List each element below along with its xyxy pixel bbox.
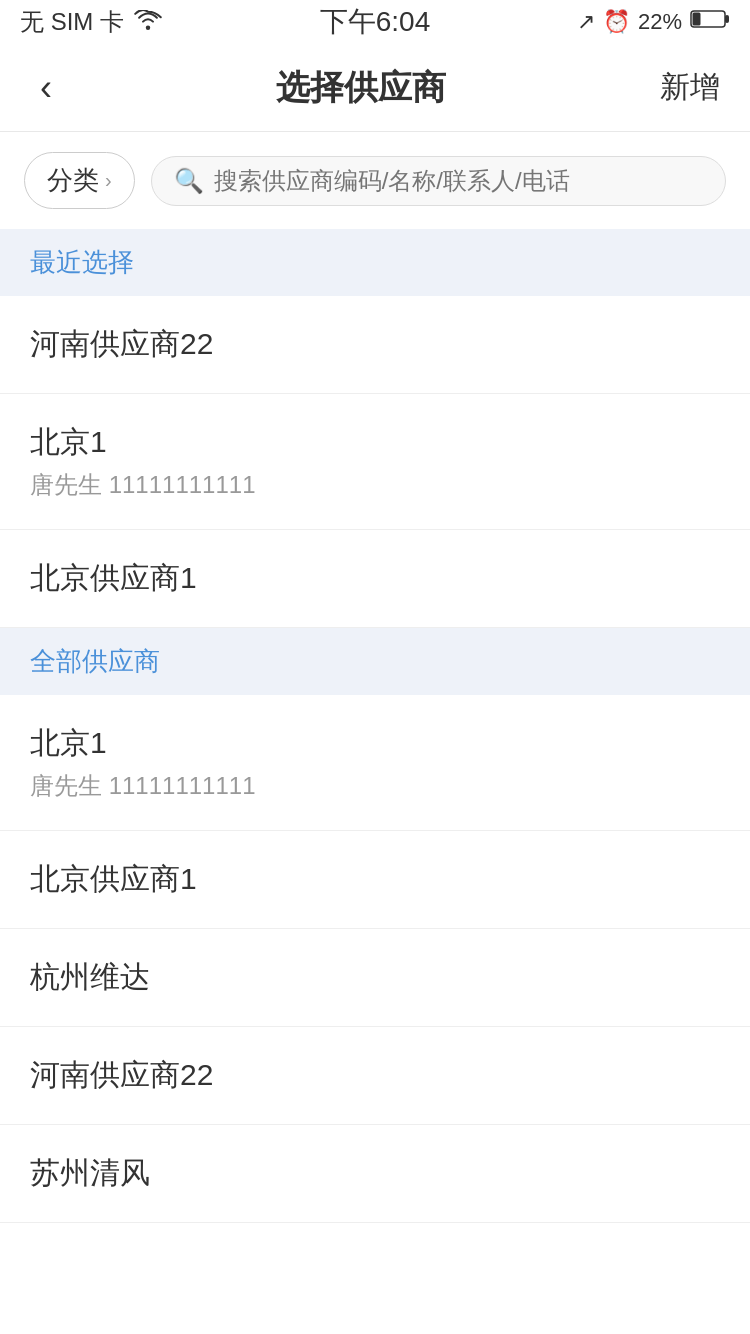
battery-icon (690, 9, 730, 35)
item-name: 杭州维达 (30, 957, 720, 998)
status-bar: 无 SIM 卡 下午6:04 ↗ ⏰ 22% (0, 0, 750, 44)
page-title: 选择供应商 (276, 65, 446, 111)
all-list-item[interactable]: 北京1 唐先生 11111111111 (0, 695, 750, 831)
recent-section-label: 最近选择 (30, 247, 134, 277)
nav-bar: ‹ 选择供应商 新增 (0, 44, 750, 132)
alarm-icon: ⏰ (603, 9, 630, 35)
all-list-item[interactable]: 河南供应商22 (0, 1027, 750, 1125)
item-name: 河南供应商22 (30, 1055, 720, 1096)
recent-items-list: 河南供应商22 北京1 唐先生 11111111111 北京供应商1 (0, 296, 750, 628)
location-icon: ↗ (577, 9, 595, 35)
svg-rect-1 (693, 13, 701, 26)
add-button[interactable]: 新增 (660, 67, 720, 108)
chevron-right-icon: › (105, 169, 112, 192)
item-sub: 唐先生 11111111111 (30, 469, 720, 501)
all-list-item[interactable]: 杭州维达 (0, 929, 750, 1027)
category-button[interactable]: 分类 › (24, 152, 135, 209)
item-name: 北京供应商1 (30, 558, 720, 599)
all-items-list: 北京1 唐先生 11111111111 北京供应商1 杭州维达河南供应商22 苏州清风 (0, 695, 750, 1223)
filter-bar: 分类 › 🔍 (0, 132, 750, 229)
item-name: 北京1 (30, 723, 720, 764)
item-sub: 唐先生 11111111111 (30, 770, 720, 802)
wifi-icon (134, 8, 162, 36)
recent-section-header: 最近选择 (0, 229, 750, 296)
recent-list-item[interactable]: 北京供应商1 (0, 530, 750, 628)
item-name: 河南供应商22 (30, 324, 720, 365)
recent-list-item[interactable]: 北京1 唐先生 11111111111 (0, 394, 750, 530)
item-name: 北京1 (30, 422, 720, 463)
search-box[interactable]: 🔍 (151, 156, 726, 206)
sim-label: 无 SIM 卡 (20, 6, 124, 38)
battery-percent: 22% (638, 9, 682, 35)
item-name: 苏州清风 (30, 1153, 720, 1194)
svg-rect-2 (725, 15, 729, 23)
item-name: 北京供应商1 (30, 859, 720, 900)
all-list-item[interactable]: 北京供应商1 (0, 831, 750, 929)
all-section-label: 全部供应商 (30, 646, 160, 676)
search-icon: 🔍 (174, 167, 204, 195)
search-input[interactable] (214, 167, 703, 195)
category-label: 分类 (47, 163, 99, 198)
status-right: ↗ ⏰ 22% (577, 9, 730, 35)
status-time: 下午6:04 (320, 3, 431, 41)
back-button[interactable]: ‹ (30, 57, 62, 119)
all-section-header: 全部供应商 (0, 628, 750, 695)
recent-list-item[interactable]: 河南供应商22 (0, 296, 750, 394)
all-list-item[interactable]: 苏州清风 (0, 1125, 750, 1223)
status-left: 无 SIM 卡 (20, 6, 162, 38)
